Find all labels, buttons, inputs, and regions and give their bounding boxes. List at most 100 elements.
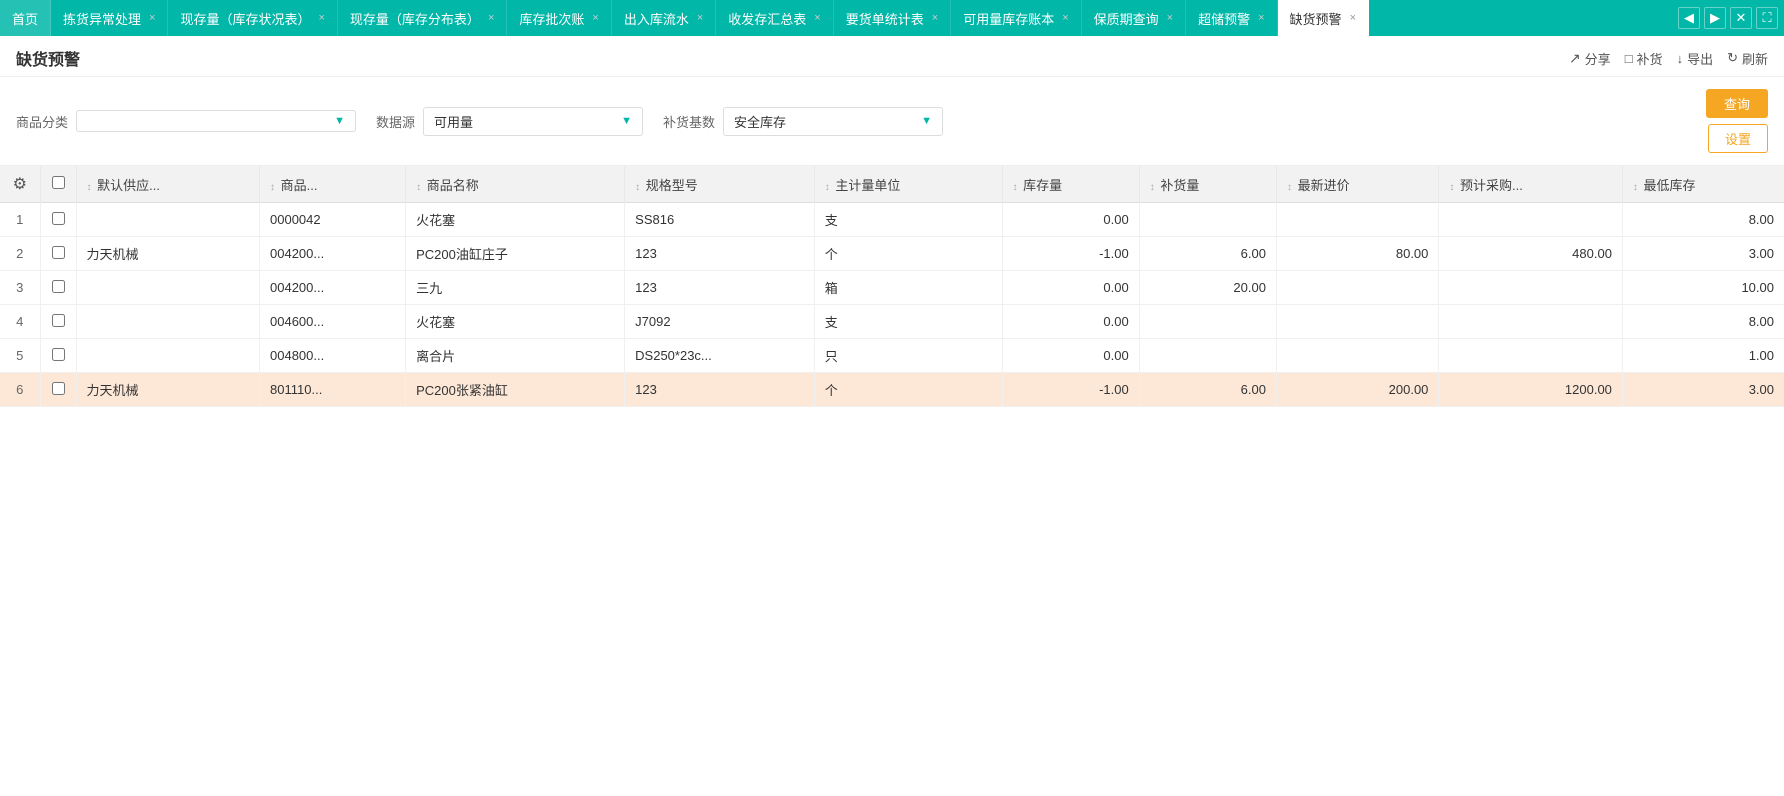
row-name: 离合片 (406, 339, 625, 373)
replenish-basis-select[interactable]: 安全库存 ▼ (723, 107, 943, 136)
select-all-checkbox[interactable] (52, 176, 65, 189)
nav-item-3[interactable]: 现存量（库存分布表） × (338, 0, 507, 36)
replenish-button[interactable]: □ 补货 (1625, 49, 1663, 68)
page-title: 缺货预警 (16, 46, 1569, 70)
nav-item-10[interactable]: 超储预警 × (1186, 0, 1277, 36)
row-check[interactable] (40, 339, 76, 373)
nav-item-8[interactable]: 可用量库存账本 × (951, 0, 1081, 36)
nav-item-home[interactable]: 首页 (0, 0, 51, 36)
col-header-latest-price[interactable]: ↕ 最新进价 (1276, 166, 1438, 203)
close-icon-5[interactable]: × (697, 12, 703, 24)
nav-item-1[interactable]: 拣货异常处理 × (51, 0, 168, 36)
nav-item-7[interactable]: 要货单统计表 × (834, 0, 951, 36)
nav-label-10: 超储预警 (1198, 9, 1250, 28)
row-seq: 6 (0, 373, 40, 407)
row-latest-price (1276, 339, 1438, 373)
close-icon-7[interactable]: × (932, 12, 938, 24)
nav-close-button[interactable]: ✕ (1730, 7, 1752, 29)
toolbar-actions: ↗ 分享 □ 补货 ↓ 导出 ↻ 刷新 (1569, 49, 1768, 68)
row-min-stock: 8.00 (1622, 203, 1784, 237)
category-filter-group: 商品分类 ▼ (16, 110, 356, 132)
row-checkbox[interactable] (52, 314, 65, 327)
data-table: ⚙ ↕ 默认供应... ↕ 商品... ↕ 商品名称 (0, 166, 1784, 407)
row-stock: 0.00 (1002, 203, 1139, 237)
close-icon-9[interactable]: × (1167, 12, 1173, 24)
row-checkbox[interactable] (52, 246, 65, 259)
nav-next-button[interactable]: ▶ (1704, 7, 1726, 29)
gear-icon[interactable]: ⚙ (13, 176, 27, 193)
col-header-est-purchase[interactable]: ↕ 预计采购... (1439, 166, 1623, 203)
nav-item-9[interactable]: 保质期查询 × (1082, 0, 1186, 36)
row-checkbox[interactable] (52, 348, 65, 361)
close-icon-1[interactable]: × (149, 12, 155, 24)
row-check[interactable] (40, 237, 76, 271)
col-header-unit[interactable]: ↕ 主计量单位 (814, 166, 1002, 203)
sort-icon-replenish: ↕ (1150, 182, 1155, 193)
close-icon-10[interactable]: × (1258, 12, 1264, 24)
nav-label-3: 现存量（库存分布表） (350, 9, 480, 28)
row-check[interactable] (40, 305, 76, 339)
replenish-basis-select-value: 安全库存 (734, 112, 913, 131)
row-latest-price: 200.00 (1276, 373, 1438, 407)
col-header-supplier[interactable]: ↕ 默认供应... (76, 166, 260, 203)
refresh-button[interactable]: ↻ 刷新 (1727, 49, 1768, 68)
share-button[interactable]: ↗ 分享 (1569, 49, 1611, 68)
nav-fullscreen-button[interactable]: ⛶ (1756, 7, 1778, 29)
nav-label-7: 要货单统计表 (846, 9, 924, 28)
col-header-replenish[interactable]: ↕ 补货量 (1139, 166, 1276, 203)
row-replenish: 6.00 (1139, 237, 1276, 271)
nav-item-2[interactable]: 现存量（库存状况表） × (168, 0, 337, 36)
query-button[interactable]: 查询 (1706, 89, 1768, 118)
row-checkbox[interactable] (52, 280, 65, 293)
row-check[interactable] (40, 271, 76, 305)
row-check[interactable] (40, 203, 76, 237)
nav-controls: ◀ ▶ ✕ ⛶ (1672, 7, 1784, 29)
close-icon-11[interactable]: × (1350, 12, 1356, 24)
nav-prev-button[interactable]: ◀ (1678, 7, 1700, 29)
nav-item-5[interactable]: 出入库流水 × (612, 0, 716, 36)
top-nav: 首页 拣货异常处理 × 现存量（库存状况表） × 现存量（库存分布表） × 库存… (0, 0, 1784, 36)
category-select[interactable]: ▼ (76, 110, 356, 132)
close-icon-8[interactable]: × (1062, 12, 1068, 24)
col-header-name[interactable]: ↕ 商品名称 (406, 166, 625, 203)
nav-item-6[interactable]: 收发存汇总表 × (716, 0, 833, 36)
row-code: 801110... (260, 373, 406, 407)
row-checkbox[interactable] (52, 212, 65, 225)
settings-button[interactable]: 设置 (1708, 124, 1768, 153)
sort-icon-supplier: ↕ (87, 182, 92, 193)
sort-icon-unit: ↕ (825, 182, 830, 193)
table-header-row: ⚙ ↕ 默认供应... ↕ 商品... ↕ 商品名称 (0, 166, 1784, 203)
col-header-check[interactable] (40, 166, 76, 203)
row-name: PC200张紧油缸 (406, 373, 625, 407)
data-source-label: 数据源 (376, 112, 415, 131)
data-source-select[interactable]: 可用量 ▼ (423, 107, 643, 136)
close-icon-6[interactable]: × (814, 12, 820, 24)
row-est-purchase: 1200.00 (1439, 373, 1623, 407)
data-source-filter-group: 数据源 可用量 ▼ (376, 107, 643, 136)
col-header-spec[interactable]: ↕ 规格型号 (625, 166, 815, 203)
nav-item-11[interactable]: 缺货预警 × (1278, 0, 1369, 36)
row-min-stock: 8.00 (1622, 305, 1784, 339)
main-content: 缺货预警 ↗ 分享 □ 补货 ↓ 导出 ↻ 刷新 商品分类 (0, 36, 1784, 796)
row-est-purchase (1439, 203, 1623, 237)
close-icon-4[interactable]: × (592, 12, 598, 24)
close-icon-2[interactable]: × (318, 12, 324, 24)
row-est-purchase (1439, 339, 1623, 373)
replenish-basis-filter-group: 补货基数 安全库存 ▼ (663, 107, 943, 136)
table-body: 1 0000042 火花塞 SS816 支 0.00 8.00 2 力天机械 0… (0, 203, 1784, 407)
row-stock: -1.00 (1002, 373, 1139, 407)
col-header-min-stock[interactable]: ↕ 最低库存 (1622, 166, 1784, 203)
row-stock: 0.00 (1002, 271, 1139, 305)
row-seq: 5 (0, 339, 40, 373)
row-check[interactable] (40, 373, 76, 407)
close-icon-3[interactable]: × (488, 12, 494, 24)
col-header-gear[interactable]: ⚙ (0, 166, 40, 203)
export-button[interactable]: ↓ 导出 (1677, 49, 1714, 68)
sort-icon-spec: ↕ (635, 182, 640, 193)
col-header-stock[interactable]: ↕ 库存量 (1002, 166, 1139, 203)
col-header-code[interactable]: ↕ 商品... (260, 166, 406, 203)
refresh-icon: ↻ (1727, 50, 1738, 66)
nav-item-4[interactable]: 库存批次账 × (507, 0, 611, 36)
row-checkbox[interactable] (52, 382, 65, 395)
nav-label-5: 出入库流水 (624, 9, 689, 28)
